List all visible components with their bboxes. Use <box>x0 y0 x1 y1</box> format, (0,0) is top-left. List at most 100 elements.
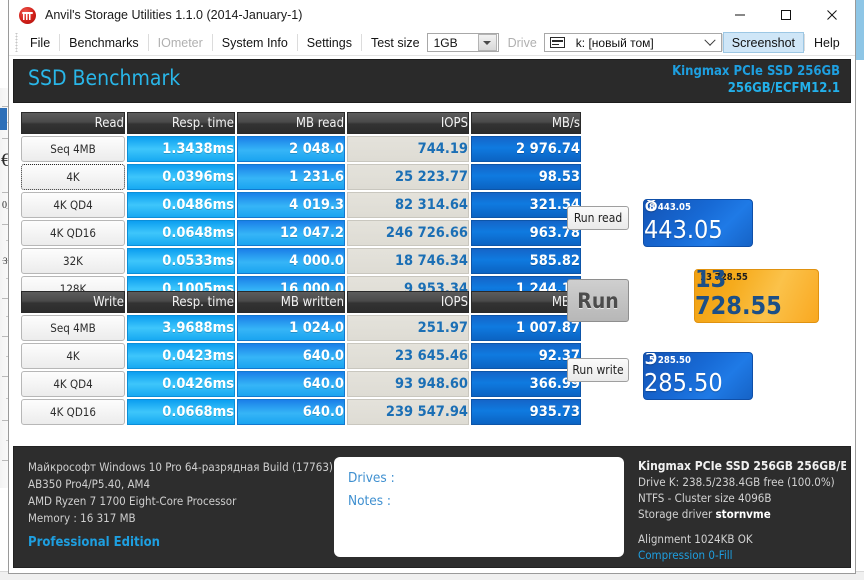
system-edition: Professional Edition <box>28 535 160 550</box>
maximize-button[interactable] <box>763 0 809 30</box>
row-label-seq4mb[interactable]: Seq 4MB <box>21 136 125 162</box>
write-iops-4kqd16: 239 547.94 <box>347 399 469 425</box>
drive-info-compression: Compression 0-Fill <box>638 548 733 562</box>
menu-item-iometer: IOmeter <box>157 35 203 50</box>
notes-label: Notes : <box>348 493 392 509</box>
table-header-row: Read Resp. time MB read IOPS MB/s <box>21 112 581 134</box>
menu-item-settings[interactable]: Settings <box>298 30 361 55</box>
read-mb-32k: 4 000.0 <box>237 248 345 274</box>
table-header-row: Write Resp. time MB written IOPS MB/s <box>21 291 581 313</box>
drive-value: k: [новый том] <box>575 35 654 50</box>
drive-select[interactable]: k: [новый том] <box>543 33 722 52</box>
menu-item-file[interactable]: File <box>21 30 59 55</box>
write-mbs-4k: 92.37 <box>471 343 581 369</box>
device-name-line1: Kingmax PCIe SSD 256GB <box>672 64 840 79</box>
test-size-select[interactable]: 1GB <box>426 33 499 52</box>
read-mbs-4kqd16: 963.78 <box>471 220 581 246</box>
screenshot-button[interactable]: Screenshot <box>722 32 805 53</box>
column-header-mb-written: MB written <box>237 291 345 313</box>
column-header-read: Read <box>21 112 125 134</box>
test-size-value: 1GB <box>433 35 458 50</box>
drive-info-name: Kingmax PCIe SSD 256GB 256GB/ECFM <box>638 459 846 473</box>
run-button[interactable]: Run <box>567 279 629 322</box>
notes-box[interactable]: Drives : Notes : <box>334 457 624 557</box>
window-controls <box>717 0 855 30</box>
close-button[interactable] <box>809 0 855 30</box>
row-label-32k[interactable]: 32K <box>21 248 125 274</box>
write-mb-4kqd4: 640.0 <box>237 371 345 397</box>
table-row: 4K 0.0396ms 1 231.6 25 223.77 98.53 <box>21 164 581 190</box>
read-resp-32k: 0.0533ms <box>127 248 235 274</box>
read-iops-4kqd4: 82 314.64 <box>347 192 469 218</box>
row-label-4k[interactable]: 4K <box>21 343 125 369</box>
drive-info-driver-label: Storage driver <box>638 507 713 521</box>
read-mbs-4kqd4: 321.54 <box>471 192 581 218</box>
write-iops-seq4mb: 251.97 <box>347 315 469 341</box>
write-mb-4kqd16: 640.0 <box>237 399 345 425</box>
system-os: Майкрософт Windows 10 Pro 64-разрядная B… <box>28 460 333 474</box>
toolbar-grip[interactable] <box>13 33 21 52</box>
column-header-mbs: MB/s <box>471 291 581 313</box>
column-header-write: Write <box>21 291 125 313</box>
menu-item-benchmarks[interactable]: Benchmarks <box>60 30 147 55</box>
column-header-iops: IOPS <box>347 291 469 313</box>
app-logo-icon <box>19 6 36 24</box>
read-mb-4k: 1 231.6 <box>237 164 345 190</box>
read-mb-4kqd16: 12 047.2 <box>237 220 345 246</box>
read-score-value: 8 443.05 <box>644 199 723 244</box>
column-header-resp-time: Resp. time <box>127 291 235 313</box>
row-label-seq4mb[interactable]: Seq 4MB <box>21 315 125 341</box>
total-score-value: 13 728.55 <box>695 269 782 320</box>
read-resp-4kqd16: 0.0648ms <box>127 220 235 246</box>
read-iops-4k: 25 223.77 <box>347 164 469 190</box>
drive-info-panel: Kingmax PCIe SSD 256GB 256GB/ECFM Drive … <box>638 458 846 563</box>
window-title: Anvil's Storage Utilities 1.1.0 (2014-Ja… <box>45 8 303 22</box>
total-score-box: 13 728.55 13 728.55 <box>694 269 819 323</box>
write-resp-4kqd16: 0.0668ms <box>127 399 235 425</box>
footer-panel: Майкрософт Windows 10 Pro 64-разрядная B… <box>13 446 851 568</box>
device-banner-info: Kingmax PCIe SSD 256GB 256GB/ECFM12.1 <box>672 63 840 97</box>
read-mbs-4k: 98.53 <box>471 164 581 190</box>
run-read-button[interactable]: Run read <box>567 206 629 230</box>
row-label-4kqd16[interactable]: 4K QD16 <box>21 220 125 246</box>
write-iops-4k: 23 645.46 <box>347 343 469 369</box>
write-mb-seq4mb: 1 024.0 <box>237 315 345 341</box>
write-results-table: Write Resp. time MB written IOPS MB/s Se… <box>19 289 583 427</box>
write-resp-4k: 0.0423ms <box>127 343 235 369</box>
drive-info-capacity: Drive K: 238.5/238.4GB free (100.0%) <box>638 475 835 489</box>
menu-item-system-info[interactable]: System Info <box>213 30 297 55</box>
system-info-panel: Майкрософт Windows 10 Pro 64-разрядная B… <box>28 459 333 551</box>
write-mbs-seq4mb: 1 007.87 <box>471 315 581 341</box>
chevron-down-icon[interactable] <box>701 34 720 51</box>
benchmark-banner: SSD Benchmark Kingmax PCIe SSD 256GB 256… <box>13 59 851 103</box>
run-write-button[interactable]: Run write <box>567 358 629 382</box>
write-mbs-4kqd4: 366.99 <box>471 371 581 397</box>
row-label-4kqd4[interactable]: 4K QD4 <box>21 192 125 218</box>
read-score-box: 8 443.05 8 443.05 <box>643 199 753 247</box>
drive-info-filesystem: NTFS - Cluster size 4096B <box>638 491 772 505</box>
device-name-line2: 256GB/ECFM12.1 <box>727 81 840 96</box>
read-iops-4kqd16: 246 726.66 <box>347 220 469 246</box>
minimize-button[interactable] <box>717 0 763 30</box>
write-mb-4k: 640.0 <box>237 343 345 369</box>
page-title: SSD Benchmark <box>28 66 181 90</box>
row-label-4kqd4[interactable]: 4K QD4 <box>21 371 125 397</box>
drive-info-driver-value: stornvme <box>715 507 771 521</box>
column-header-iops: IOPS <box>347 112 469 134</box>
title-bar: Anvil's Storage Utilities 1.1.0 (2014-Ja… <box>9 0 855 30</box>
row-label-4kqd16[interactable]: 4K QD16 <box>21 399 125 425</box>
table-row: 32K 0.0533ms 4 000.0 18 746.34 585.82 <box>21 248 581 274</box>
row-label-4k[interactable]: 4K <box>21 164 125 190</box>
write-resp-4kqd4: 0.0426ms <box>127 371 235 397</box>
read-mbs-seq4mb: 2 976.74 <box>471 136 581 162</box>
menu-bar: File Benchmarks IOmeter System Info Sett… <box>9 30 855 56</box>
write-score-box: 5 285.50 5 285.50 <box>643 352 753 400</box>
read-mb-4kqd4: 4 019.3 <box>237 192 345 218</box>
menu-item-help[interactable]: Help <box>805 30 849 55</box>
chevron-down-icon[interactable] <box>477 34 497 51</box>
drive-info-alignment: Alignment 1024KB OK <box>638 532 753 546</box>
read-results-table: Read Resp. time MB read IOPS MB/s Seq 4M… <box>19 110 583 304</box>
table-row: 4K QD16 0.0648ms 12 047.2 246 726.66 963… <box>21 220 581 246</box>
read-iops-32k: 18 746.34 <box>347 248 469 274</box>
